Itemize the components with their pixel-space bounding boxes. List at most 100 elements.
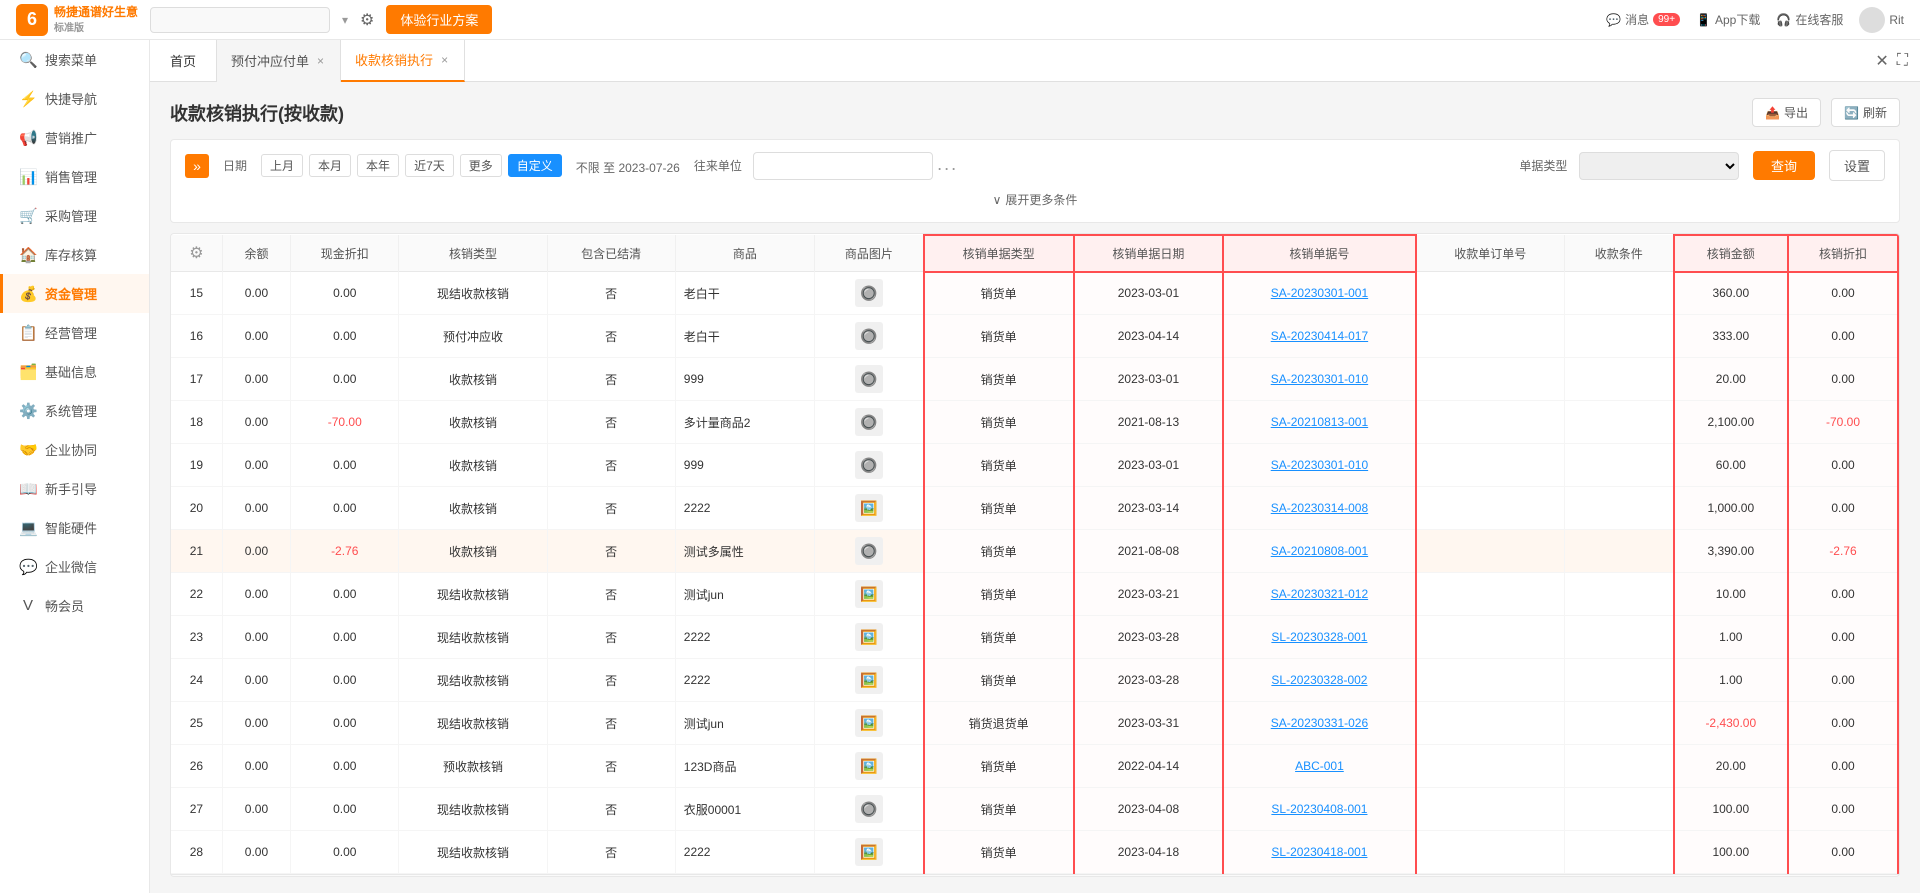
sidebar-item-guide[interactable]: 📖 新手引导 <box>0 469 149 508</box>
table-row: 27 0.00 0.00 现结收款核销 否 衣服00001 🔘 销货单 2023… <box>171 788 1898 831</box>
tab-expand-icon[interactable]: ⛶ <box>1897 52 1908 70</box>
date-btn-this-year[interactable]: 本年 <box>357 154 399 177</box>
date-btn-7days[interactable]: 近7天 <box>405 154 454 177</box>
sidebar-item-vip[interactable]: V 畅会员 <box>0 586 149 625</box>
sidebar-item-sales[interactable]: 📊 销售管理 <box>0 157 149 196</box>
date-btn-last-month[interactable]: 上月 <box>261 154 303 177</box>
cell-balance: 0.00 <box>222 702 290 745</box>
query-btn[interactable]: 查询 <box>1753 151 1815 180</box>
cell-receipt-cond <box>1565 444 1674 487</box>
top-bar: 6 畅捷通谱好生意 标准版 ▾ ⚙ 体验行业方案 💬 消息 99+ 📱 App下… <box>0 0 1920 40</box>
export-btn[interactable]: 📤 导出 <box>1752 98 1821 127</box>
sidebar-label-basic: 基础信息 <box>45 362 97 381</box>
tab-home[interactable]: 首页 <box>150 40 217 82</box>
refresh-icon: 🔄 <box>1844 106 1859 120</box>
sidebar-item-inventory[interactable]: 🏠 库存核算 <box>0 235 149 274</box>
sidebar-label-vip: 畅会员 <box>45 596 84 615</box>
cell-bill-no[interactable]: SA-20230414-017 <box>1223 315 1415 358</box>
inventory-icon: 🏠 <box>19 246 37 264</box>
cell-bill-no[interactable]: SA-20230314-008 <box>1223 487 1415 530</box>
sidebar-label-system: 系统管理 <box>45 401 97 420</box>
marketing-icon: 📢 <box>19 129 37 147</box>
cell-bill-no[interactable]: SA-20210813-001 <box>1223 401 1415 444</box>
date-btn-more[interactable]: 更多 <box>460 154 502 177</box>
cell-product-img: 🔘 <box>815 315 924 358</box>
cell-receipt-cond <box>1565 530 1674 573</box>
cell-bill-no[interactable]: SA-20230331-026 <box>1223 702 1415 745</box>
cell-bill-no[interactable]: SL-20230328-002 <box>1223 659 1415 702</box>
top-search-input[interactable] <box>150 7 330 33</box>
table-row: 17 0.00 0.00 收款核销 否 999 🔘 销货单 2023-03-01… <box>171 358 1898 401</box>
content-area: 首页 预付冲应付单 × 收款核销执行 × ✕ ⛶ 收款核销执行(按收款) 📤 <box>150 40 1920 893</box>
cell-bill-no[interactable]: SA-20230301-010 <box>1223 444 1415 487</box>
online-service-btn[interactable]: 🎧 在线客服 <box>1776 11 1843 28</box>
filter-expand-arrow[interactable]: » <box>185 154 209 178</box>
col-settings-icon[interactable]: ⚙ <box>189 245 203 262</box>
cell-bill-no[interactable]: SA-20210808-001 <box>1223 530 1415 573</box>
cell-bill-no[interactable]: SA-20230321-012 <box>1223 573 1415 616</box>
table-body: 15 0.00 0.00 现结收款核销 否 老白干 🔘 销货单 2023-03-… <box>171 272 1898 874</box>
trial-btn[interactable]: 体验行业方案 <box>386 5 492 34</box>
sidebar-item-basic[interactable]: 🗂️ 基础信息 <box>0 352 149 391</box>
filter-unit-input[interactable] <box>753 152 933 180</box>
sidebar-label-purchase: 采购管理 <box>45 206 97 225</box>
tab-receipt-close[interactable]: × <box>439 51 450 69</box>
cell-balance: 0.00 <box>222 573 290 616</box>
cell-bill-no[interactable]: SA-20230301-010 <box>1223 358 1415 401</box>
cell-product-img: 🖼️ <box>815 616 924 659</box>
cell-balance: 0.00 <box>222 831 290 874</box>
message-btn[interactable]: 💬 消息 99+ <box>1606 11 1680 28</box>
system-icon: ⚙️ <box>19 402 37 420</box>
sidebar-item-marketing[interactable]: 📢 营销推广 <box>0 118 149 157</box>
wechat-icon: 💬 <box>19 558 37 576</box>
col-header-index: ⚙ <box>171 235 222 272</box>
sidebar-label-management: 经营管理 <box>45 323 97 342</box>
cell-bill-type: 销货单 <box>924 272 1074 315</box>
sidebar-item-system[interactable]: ⚙️ 系统管理 <box>0 391 149 430</box>
cell-bill-type: 销货单 <box>924 444 1074 487</box>
date-btn-custom[interactable]: 自定义 <box>508 154 562 177</box>
sidebar-item-hardware[interactable]: 💻 智能硬件 <box>0 508 149 547</box>
cell-receipt-cond <box>1565 487 1674 530</box>
tab-close-all-icon[interactable]: ✕ <box>1875 51 1888 71</box>
tab-prepay[interactable]: 预付冲应付单 × <box>217 40 341 82</box>
sidebar-item-purchase[interactable]: 🛒 采购管理 <box>0 196 149 235</box>
search-dropdown-icon[interactable]: ▾ <box>342 13 348 27</box>
cell-verify-type: 现结收款核销 <box>399 616 547 659</box>
cell-balance: 0.00 <box>222 315 290 358</box>
cell-bill-type: 销货单 <box>924 487 1074 530</box>
app-download-btn[interactable]: 📱 App下载 <box>1696 11 1760 28</box>
cell-balance: 0.00 <box>222 358 290 401</box>
refresh-btn[interactable]: 🔄 刷新 <box>1831 98 1900 127</box>
cell-bill-no[interactable]: SL-20230418-001 <box>1223 831 1415 874</box>
cell-receipt-order <box>1416 530 1565 573</box>
cell-verify-type: 收款核销 <box>399 401 547 444</box>
sidebar-item-collab[interactable]: 🤝 企业协同 <box>0 430 149 469</box>
cell-include-settled: 否 <box>547 702 675 745</box>
date-btn-this-month[interactable]: 本月 <box>309 154 351 177</box>
cell-bill-no[interactable]: SL-20230408-001 <box>1223 788 1415 831</box>
settings-btn[interactable]: 设置 <box>1829 150 1885 181</box>
cell-bill-no[interactable]: SA-20230301-001 <box>1223 272 1415 315</box>
cell-balance: 0.00 <box>222 272 290 315</box>
expand-more-btn[interactable]: ∨ 展开更多条件 <box>989 187 1082 212</box>
cell-bill-no[interactable]: SL-20230328-001 <box>1223 616 1415 659</box>
settings-icon[interactable]: ⚙ <box>360 10 374 30</box>
cell-cash-discount: 0.00 <box>291 315 399 358</box>
tab-receipt[interactable]: 收款核销执行 × <box>341 40 465 82</box>
sidebar-item-quick-nav[interactable]: ⚡ 快捷导航 <box>0 79 149 118</box>
tab-prepay-close[interactable]: × <box>315 52 326 70</box>
cell-bill-type: 销货单 <box>924 745 1074 788</box>
cell-product: 2222 <box>675 616 814 659</box>
cell-include-settled: 否 <box>547 573 675 616</box>
sidebar-item-wechat[interactable]: 💬 企业微信 <box>0 547 149 586</box>
app-download-label: App下载 <box>1715 11 1760 28</box>
user-avatar-area[interactable]: Rit <box>1859 7 1904 33</box>
sidebar-item-search[interactable]: 🔍 搜索菜单 <box>0 40 149 79</box>
sidebar-item-finance[interactable]: 💰 资金管理 <box>0 274 149 313</box>
cell-bill-type: 销货单 <box>924 831 1074 874</box>
cell-bill-no[interactable]: ABC-001 <box>1223 745 1415 788</box>
cell-discount: 0.00 <box>1788 573 1898 616</box>
sidebar-item-management[interactable]: 📋 经营管理 <box>0 313 149 352</box>
filter-type-select[interactable] <box>1579 152 1739 180</box>
